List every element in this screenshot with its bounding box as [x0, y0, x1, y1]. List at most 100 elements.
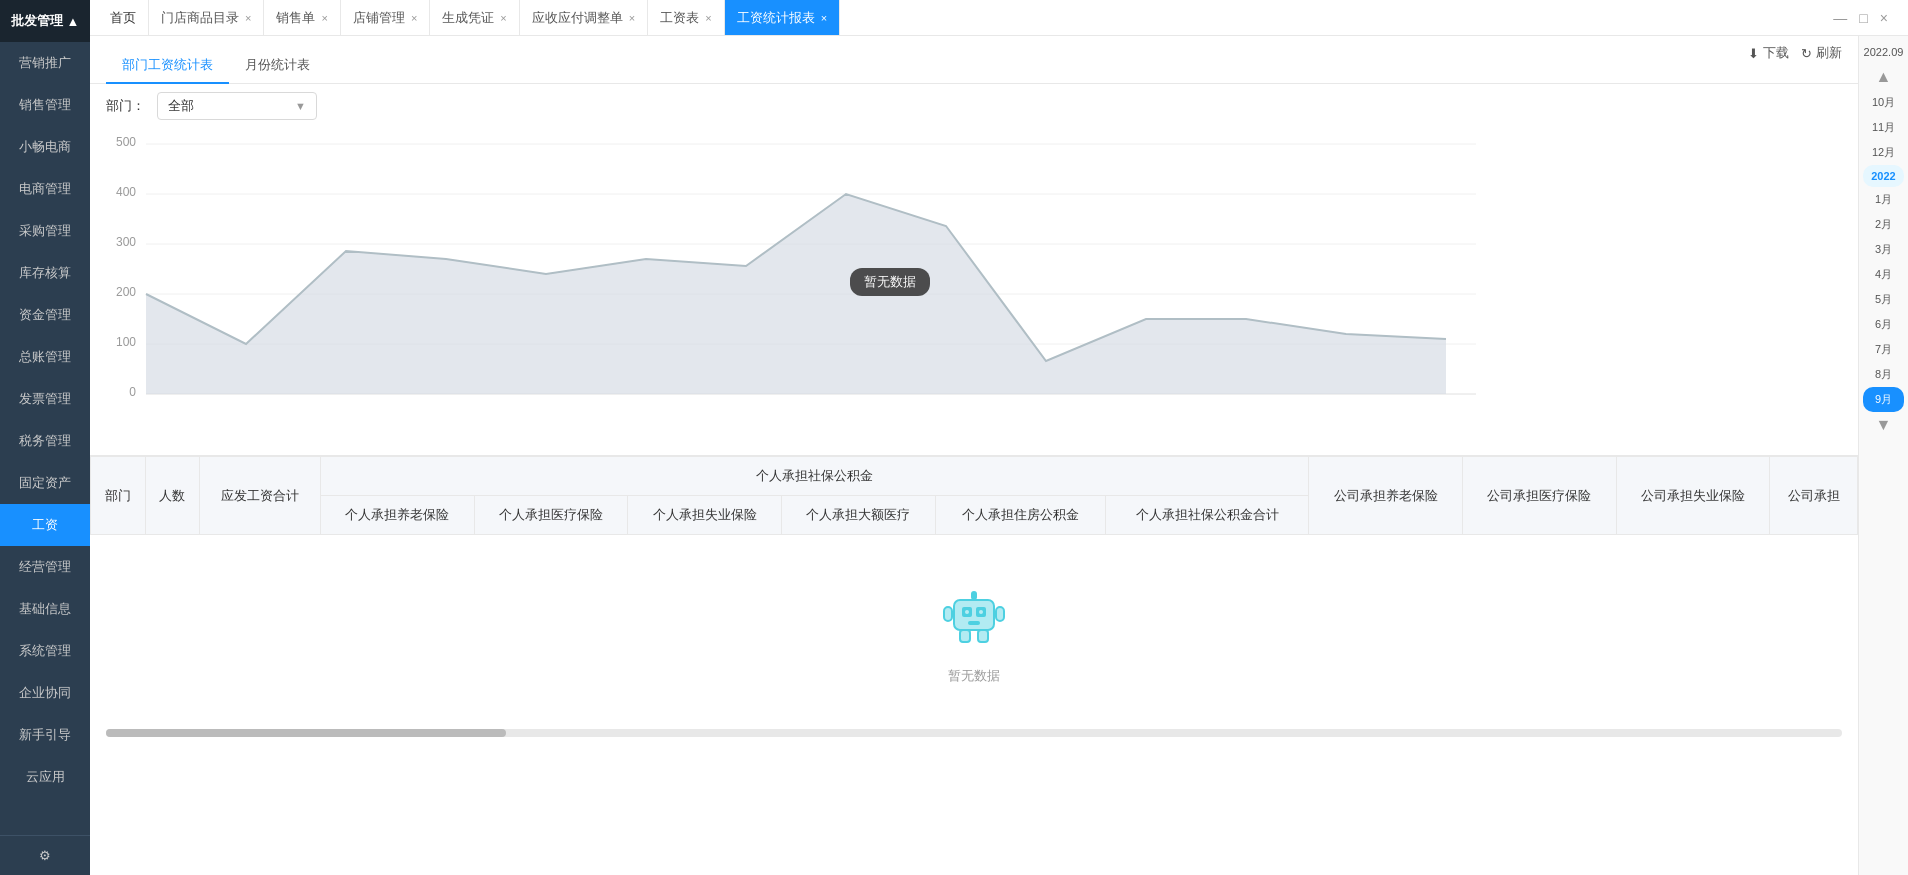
- filter-row: 部门： 全部 ▼: [90, 84, 1858, 128]
- refresh-icon: ↻: [1801, 46, 1812, 61]
- close-button[interactable]: ×: [1876, 10, 1892, 26]
- sidebar-item-shuiwu[interactable]: 税务管理: [0, 420, 90, 462]
- toolbar: ⬇ 下载 ↻ 刷新: [1732, 36, 1858, 70]
- settings-icon: ⚙: [39, 848, 51, 863]
- empty-state: 暂无数据: [91, 535, 1858, 725]
- chevron-down-icon: ▼: [295, 100, 306, 112]
- sub-tab-dept[interactable]: 部门工资统计表: [106, 48, 229, 84]
- download-icon: ⬇: [1748, 46, 1759, 61]
- sidebar-item-zijin[interactable]: 资金管理: [0, 294, 90, 336]
- sidebar-item-zongzhang[interactable]: 总账管理: [0, 336, 90, 378]
- svg-rect-20: [978, 630, 988, 642]
- timeline-down-button[interactable]: ▼: [1872, 412, 1896, 438]
- tab-mendian[interactable]: 门店商品目录 ×: [149, 0, 264, 36]
- col-personal-shiye: 个人承担失业保险: [628, 496, 782, 535]
- sidebar-item-gudingzichan[interactable]: 固定资产: [0, 462, 90, 504]
- h-scrollbar[interactable]: [106, 729, 1842, 737]
- window-controls: — □ ×: [1821, 10, 1900, 26]
- page-content: 部门工资统计表 月份统计表 ⬇ 下载 ↻ 刷新: [90, 36, 1858, 875]
- download-button[interactable]: ⬇ 下载: [1748, 44, 1789, 62]
- timeline-may[interactable]: 5月: [1859, 287, 1908, 312]
- sidebar-toggle-icon: ▲: [67, 14, 80, 29]
- empty-text: 暂无数据: [948, 667, 1000, 685]
- content-area: 部门工资统计表 月份统计表 ⬇ 下载 ↻ 刷新: [90, 36, 1908, 875]
- tab-dianpu[interactable]: 店铺管理 ×: [341, 0, 430, 36]
- sidebar-item-dianshang[interactable]: 电商管理: [0, 168, 90, 210]
- svg-text:300: 300: [116, 235, 136, 249]
- tab-close-mendian[interactable]: ×: [245, 12, 251, 24]
- settings-button[interactable]: ⚙: [0, 835, 90, 875]
- sidebar-item-yingxiao[interactable]: 营销推广: [0, 42, 90, 84]
- chart-area: 500 400 300 200 100 0: [90, 128, 1858, 447]
- sidebar-item-caigou[interactable]: 采购管理: [0, 210, 90, 252]
- sidebar-item-xiaochang[interactable]: 小畅电商: [0, 126, 90, 168]
- sidebar-item-kucun[interactable]: 库存核算: [0, 252, 90, 294]
- timeline-nov[interactable]: 11月: [1859, 115, 1908, 140]
- h-scrollbar-thumb[interactable]: [106, 729, 506, 737]
- maximize-button[interactable]: □: [1855, 10, 1871, 26]
- sub-tab-month[interactable]: 月份统计表: [229, 48, 326, 84]
- timeline-jul[interactable]: 7月: [1859, 337, 1908, 362]
- col-personal-dae: 个人承担大额医疗: [782, 496, 936, 535]
- sidebar-item-jichu[interactable]: 基础信息: [0, 588, 90, 630]
- tab-close-dianpu[interactable]: ×: [411, 12, 417, 24]
- sidebar-title: 批发管理: [11, 12, 63, 30]
- sidebar-item-fapiao[interactable]: 发票管理: [0, 378, 90, 420]
- tab-close-shengcheng[interactable]: ×: [500, 12, 506, 24]
- timeline-mar[interactable]: 3月: [1859, 237, 1908, 262]
- sidebar-header[interactable]: 批发管理 ▲: [0, 0, 90, 42]
- timeline-2022[interactable]: 2022: [1863, 165, 1904, 187]
- tab-gongzibiao[interactable]: 工资表 ×: [648, 0, 724, 36]
- svg-rect-19: [960, 630, 970, 642]
- svg-rect-18: [996, 607, 1004, 621]
- sidebar-item-gongzi[interactable]: 工资: [0, 504, 90, 546]
- svg-text:0: 0: [129, 385, 136, 399]
- sidebar-item-jingying[interactable]: 经营管理: [0, 546, 90, 588]
- sidebar: 批发管理 ▲ 营销推广 销售管理 小畅电商 电商管理 采购管理 库存核算 资金管…: [0, 0, 90, 875]
- minimize-button[interactable]: —: [1829, 10, 1851, 26]
- tab-close-yingshoufufu[interactable]: ×: [629, 12, 635, 24]
- timeline-jun[interactable]: 6月: [1859, 312, 1908, 337]
- col-yingfa: 应发工资合计: [200, 457, 321, 535]
- timeline-aug[interactable]: 8月: [1859, 362, 1908, 387]
- timeline-apr[interactable]: 4月: [1859, 262, 1908, 287]
- tab-yingshoufufu[interactable]: 应收应付调整单 ×: [520, 0, 648, 36]
- svg-rect-12: [954, 600, 994, 630]
- sub-tabs: 部门工资统计表 月份统计表: [90, 36, 342, 83]
- timeline-panel: 2022.09 ▲ 10月 11月 12月 2022 1月 2月 3月 4月 5…: [1858, 36, 1908, 875]
- sidebar-item-xinshou[interactable]: 新手引导: [0, 714, 90, 756]
- timeline-up-button[interactable]: ▲: [1872, 64, 1896, 90]
- timeline-feb[interactable]: 2月: [1859, 212, 1908, 237]
- svg-text:200: 200: [116, 285, 136, 299]
- refresh-button[interactable]: ↻ 刷新: [1801, 44, 1842, 62]
- timeline-dec[interactable]: 12月: [1859, 140, 1908, 165]
- main-area: 首页 门店商品目录 × 销售单 × 店铺管理 × 生成凭证 × 应收应付调整单 …: [90, 0, 1908, 875]
- table-empty-row: 暂无数据: [91, 535, 1858, 726]
- svg-rect-15: [968, 621, 980, 625]
- chart-svg: 500 400 300 200 100 0: [106, 136, 1486, 436]
- dept-select[interactable]: 全部 ▼: [157, 92, 317, 120]
- tab-close-gongzitongji[interactable]: ×: [821, 12, 827, 24]
- tab-home[interactable]: 首页: [98, 0, 149, 36]
- tab-gongzitongji[interactable]: 工资统计报表 ×: [725, 0, 840, 36]
- tab-xiaoshoudan[interactable]: 销售单 ×: [264, 0, 340, 36]
- timeline-jan[interactable]: 1月: [1859, 187, 1908, 212]
- col-group-personal: 个人承担社保公积金: [320, 457, 1308, 496]
- col-personal-yanglao: 个人承担养老保险: [320, 496, 474, 535]
- sidebar-item-xitong[interactable]: 系统管理: [0, 630, 90, 672]
- chart-tooltip: 暂无数据: [850, 268, 930, 296]
- dept-filter-label: 部门：: [106, 97, 145, 115]
- sidebar-item-qiye[interactable]: 企业协同: [0, 672, 90, 714]
- col-company-yiliao: 公司承担医疗保险: [1462, 457, 1616, 535]
- sidebar-item-yunyingyong[interactable]: 云应用: [0, 756, 90, 798]
- col-company-other: 公司承担: [1770, 457, 1858, 535]
- tab-shengcheng[interactable]: 生成凭证 ×: [430, 0, 519, 36]
- tab-close-gongzibiao[interactable]: ×: [705, 12, 711, 24]
- timeline-oct[interactable]: 10月: [1859, 90, 1908, 115]
- sidebar-item-xiaoshou[interactable]: 销售管理: [0, 84, 90, 126]
- tab-bar: 首页 门店商品目录 × 销售单 × 店铺管理 × 生成凭证 × 应收应付调整单 …: [90, 0, 1908, 36]
- timeline-year-label: 2022.09: [1859, 40, 1908, 64]
- col-dept: 部门: [91, 457, 146, 535]
- timeline-sep[interactable]: 9月: [1863, 387, 1904, 412]
- tab-close-xiaoshoudan[interactable]: ×: [321, 12, 327, 24]
